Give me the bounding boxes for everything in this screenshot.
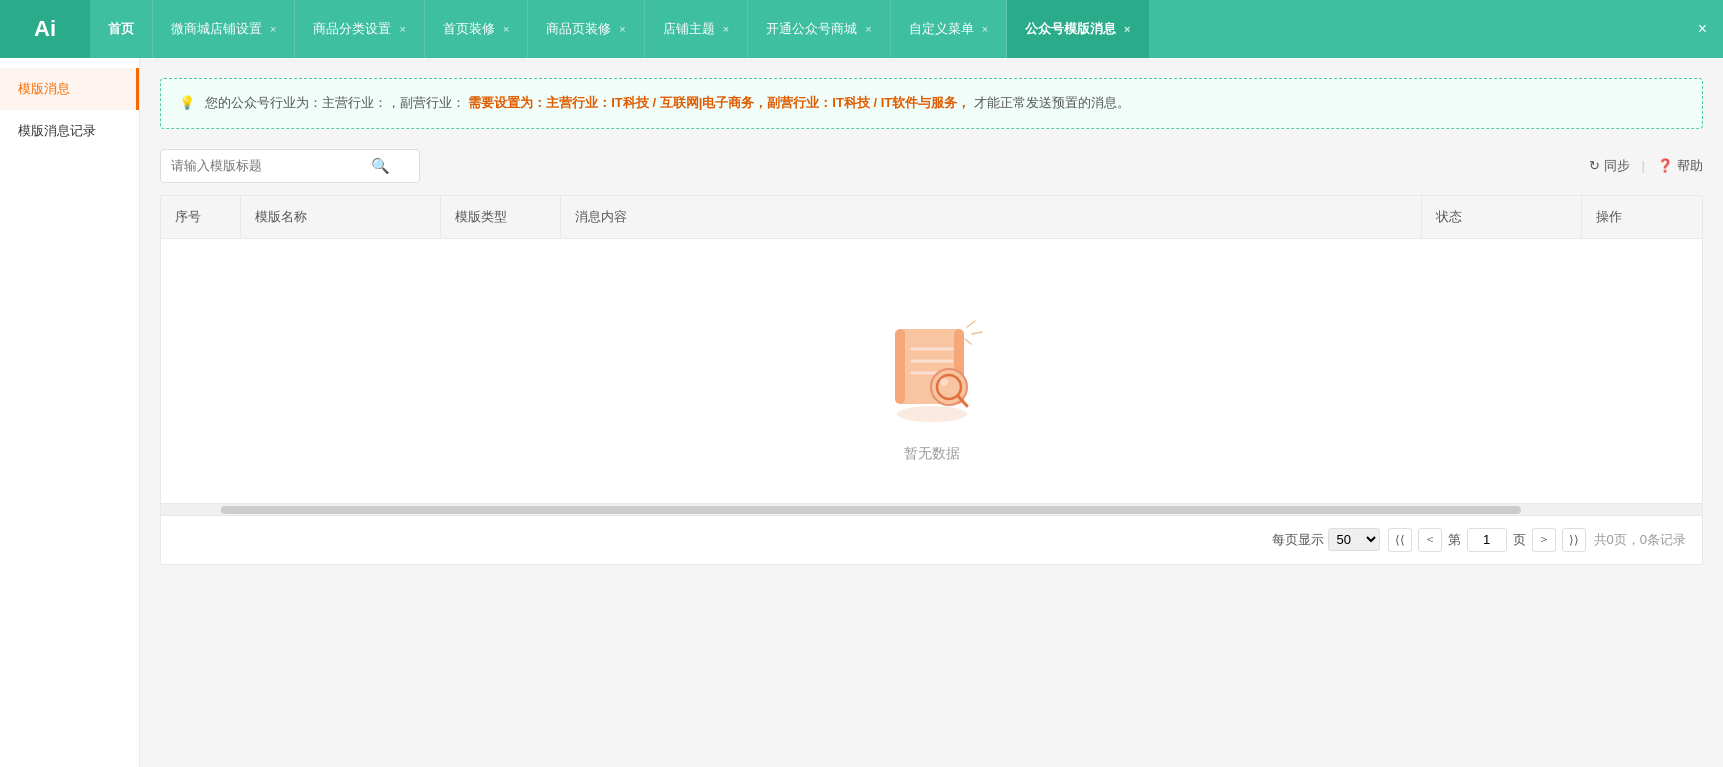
page-prefix-label: 第 <box>1448 531 1461 549</box>
search-input-wrap[interactable]: 🔍 <box>160 149 420 183</box>
app-logo: Ai <box>0 0 90 58</box>
tab-home-decor[interactable]: 首页装修 × <box>425 0 528 58</box>
tab-open-mall-label: 开通公众号商城 <box>766 20 857 38</box>
search-bar: 🔍 ↻ 同步 | ❓ 帮助 <box>160 149 1703 183</box>
sidebar-item-template-msg[interactable]: 模版消息 <box>0 68 139 110</box>
notice-prefix: 您的公众号行业为：主营行业：，副营行业： <box>205 95 465 110</box>
svg-line-12 <box>972 332 982 334</box>
col-index: 序号 <box>161 196 241 238</box>
scrollbar-thumb[interactable] <box>221 506 1521 514</box>
tab-template-msg-label: 公众号模版消息 <box>1025 20 1116 38</box>
sync-icon: ↻ <box>1589 158 1600 173</box>
tab-shop-setting[interactable]: 微商城店铺设置 × <box>153 0 295 58</box>
help-label: 帮助 <box>1677 157 1703 175</box>
svg-point-0 <box>897 406 967 422</box>
lightbulb-icon: 💡 <box>179 95 195 110</box>
notice-suffix: 才能正常发送预置的消息。 <box>974 95 1130 110</box>
sync-label: 同步 <box>1604 157 1630 175</box>
top-nav: Ai 首页 微商城店铺设置 × 商品分类设置 × 首页装修 × 商品页装修 × … <box>0 0 1723 58</box>
sidebar-item-template-msg-record[interactable]: 模版消息记录 <box>0 110 139 152</box>
page-size-dropdown[interactable]: 10 20 50 100 <box>1328 528 1380 551</box>
tab-shop-theme-label: 店铺主题 <box>663 20 715 38</box>
col-action: 操作 <box>1582 196 1702 238</box>
last-page-button[interactable]: ⟩⟩ <box>1562 528 1586 552</box>
toolbar-right: ↻ 同步 | ❓ 帮助 <box>1589 157 1703 175</box>
divider: | <box>1642 158 1645 173</box>
next-page-button[interactable]: ＞ <box>1532 528 1556 552</box>
page-unit-label: 页 <box>1513 531 1526 549</box>
col-template-type: 模版类型 <box>441 196 561 238</box>
empty-text: 暂无数据 <box>904 445 960 463</box>
svg-rect-2 <box>895 329 905 404</box>
search-icon[interactable]: 🔍 <box>371 157 390 175</box>
main-layout: 模版消息 模版消息记录 💡 您的公众号行业为：主营行业：，副营行业： 需要设置为… <box>0 58 1723 767</box>
sync-button[interactable]: ↻ 同步 <box>1589 157 1630 175</box>
col-content: 消息内容 <box>561 196 1422 238</box>
svg-line-11 <box>967 321 975 327</box>
pagination: 每页显示 10 20 50 100 ⟨⟨ ＜ 第 页 ＞ ⟩⟩ <box>161 515 1702 564</box>
tab-home-decor-close[interactable]: × <box>503 23 509 35</box>
svg-line-13 <box>965 339 971 344</box>
tab-home-decor-label: 首页装修 <box>443 20 495 38</box>
col-template-name: 模版名称 <box>241 196 441 238</box>
prev-page-button[interactable]: ＜ <box>1418 528 1442 552</box>
page-size-select: 每页显示 10 20 50 100 <box>1272 528 1380 551</box>
table-header: 序号 模版名称 模版类型 消息内容 状态 操作 <box>161 196 1702 239</box>
tab-template-msg[interactable]: 公众号模版消息 × <box>1007 0 1149 58</box>
tab-custom-menu-close[interactable]: × <box>982 23 988 35</box>
table: 序号 模版名称 模版类型 消息内容 状态 操作 <box>160 195 1703 565</box>
tab-template-msg-close[interactable]: × <box>1124 23 1130 35</box>
tab-open-mall[interactable]: 开通公众号商城 × <box>748 0 890 58</box>
tab-custom-menu-label: 自定义菜单 <box>909 20 974 38</box>
tab-category-setting-close[interactable]: × <box>399 23 405 35</box>
tab-open-mall-close[interactable]: × <box>865 23 871 35</box>
content-area: 💡 您的公众号行业为：主营行业：，副营行业： 需要设置为：主营行业：IT科技 /… <box>140 58 1723 767</box>
page-size-label: 每页显示 <box>1272 531 1324 549</box>
tab-shop-setting-label: 微商城店铺设置 <box>171 20 262 38</box>
empty-icon <box>867 299 997 429</box>
tab-shop-theme-close[interactable]: × <box>723 23 729 35</box>
tab-product-decor-label: 商品页装修 <box>546 20 611 38</box>
tab-product-decor[interactable]: 商品页装修 × <box>528 0 644 58</box>
horizontal-scrollbar[interactable] <box>161 503 1702 515</box>
page-nav: ⟨⟨ ＜ 第 页 ＞ ⟩⟩ <box>1388 528 1586 552</box>
empty-state: 暂无数据 <box>161 239 1702 503</box>
tab-shop-setting-close[interactable]: × <box>270 23 276 35</box>
svg-point-10 <box>940 378 948 386</box>
first-page-button[interactable]: ⟨⟨ <box>1388 528 1412 552</box>
col-status: 状态 <box>1422 196 1582 238</box>
close-all-button[interactable]: × <box>1698 20 1707 38</box>
tab-home-label: 首页 <box>108 20 134 38</box>
notice-highlight: 需要设置为：主营行业：IT科技 / 互联网|电子商务，副营行业：IT科技 / I… <box>468 95 970 110</box>
help-icon: ❓ <box>1657 158 1673 173</box>
page-total: 共0页，0条记录 <box>1594 531 1686 549</box>
sidebar: 模版消息 模版消息记录 <box>0 58 140 767</box>
tab-custom-menu[interactable]: 自定义菜单 × <box>891 0 1007 58</box>
search-input[interactable] <box>171 158 371 173</box>
tab-category-setting-label: 商品分类设置 <box>313 20 391 38</box>
tab-shop-theme[interactable]: 店铺主题 × <box>645 0 748 58</box>
notice-box: 💡 您的公众号行业为：主营行业：，副营行业： 需要设置为：主营行业：IT科技 /… <box>160 78 1703 129</box>
help-button[interactable]: ❓ 帮助 <box>1657 157 1703 175</box>
tab-category-setting[interactable]: 商品分类设置 × <box>295 0 424 58</box>
page-number-input[interactable] <box>1467 528 1507 552</box>
tab-home[interactable]: 首页 <box>90 0 153 58</box>
tab-product-decor-close[interactable]: × <box>619 23 625 35</box>
